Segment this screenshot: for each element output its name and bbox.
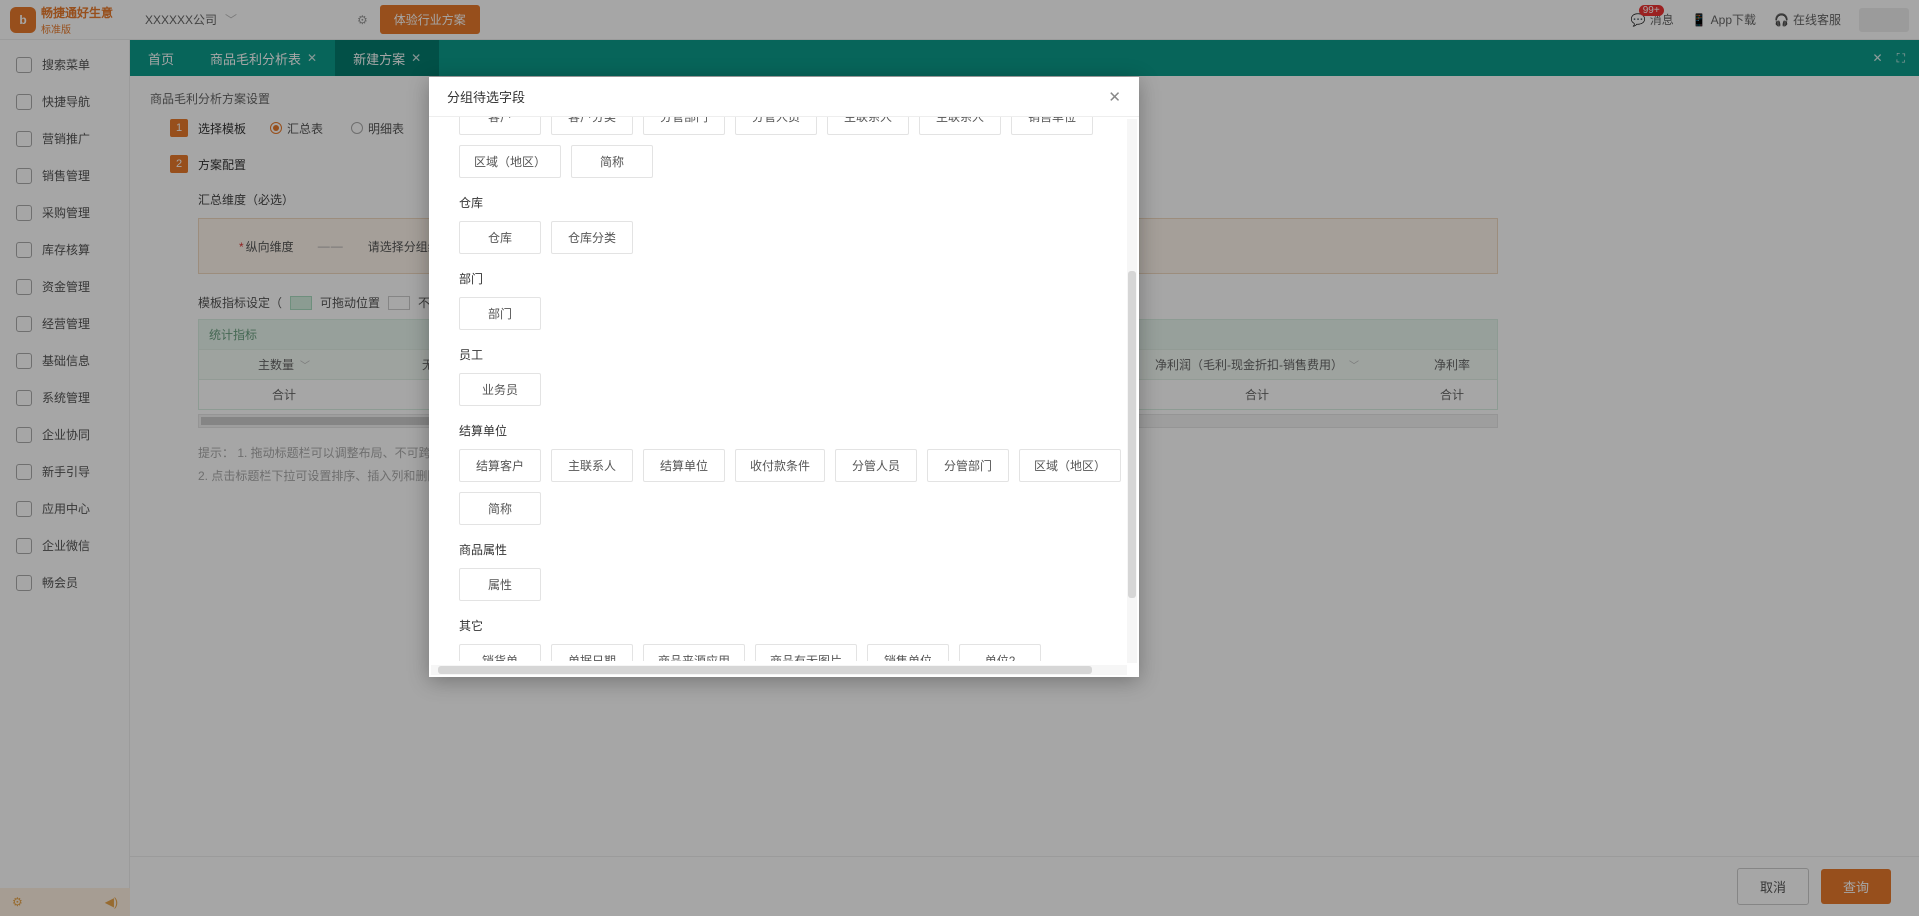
field-option[interactable]: 部门 <box>459 297 541 330</box>
field-option[interactable]: 单位2 <box>959 644 1041 661</box>
modal-hscrollbar[interactable] <box>431 665 1127 675</box>
field-option[interactable]: 销货单 <box>459 644 541 661</box>
scrollbar-thumb[interactable] <box>1128 271 1136 597</box>
field-option[interactable]: 分管部门 <box>927 449 1009 482</box>
field-option[interactable]: 简称 <box>459 492 541 525</box>
field-option[interactable]: 结算单位 <box>643 449 725 482</box>
modal-header: 分组待选字段 ✕ <box>429 77 1139 117</box>
field-group-title: 部门 <box>459 270 1125 287</box>
scrollbar-thumb[interactable] <box>438 666 1092 674</box>
field-option[interactable]: 主联系人 <box>551 449 633 482</box>
field-option[interactable]: 简称 <box>571 145 653 178</box>
field-option[interactable]: 仓库 <box>459 221 541 254</box>
field-group-title: 商品属性 <box>459 541 1125 558</box>
field-option[interactable]: 收付款条件 <box>735 449 825 482</box>
field-option[interactable]: 业务员 <box>459 373 541 406</box>
field-option[interactable]: 商品来源应用 <box>643 644 745 661</box>
modal-title: 分组待选字段 <box>447 87 525 106</box>
field-option[interactable]: 仓库分类 <box>551 221 633 254</box>
field-option[interactable]: 客户 <box>459 117 541 135</box>
modal-overlay[interactable]: 分组待选字段 ✕ 客户客户分类分管部门分管人员主联系人主联系人销售单位区域（地区… <box>0 0 1919 916</box>
field-option[interactable]: 客户分类 <box>551 117 633 135</box>
field-option[interactable]: 销售单位 <box>1011 117 1093 135</box>
field-scroll-area: 客户客户分类分管部门分管人员主联系人主联系人销售单位区域（地区）简称仓库仓库仓库… <box>459 117 1125 661</box>
field-option[interactable]: 区域（地区） <box>1019 449 1121 482</box>
field-option[interactable]: 分管人员 <box>735 117 817 135</box>
field-group-title: 员工 <box>459 346 1125 363</box>
modal-vscrollbar[interactable] <box>1127 119 1137 663</box>
field-option[interactable]: 主联系人 <box>919 117 1001 135</box>
field-option[interactable]: 销售单位 <box>867 644 949 661</box>
field-group-title: 仓库 <box>459 194 1125 211</box>
field-option[interactable]: 区域（地区） <box>459 145 561 178</box>
field-option[interactable]: 结算客户 <box>459 449 541 482</box>
field-option[interactable]: 商品有无图片 <box>755 644 857 661</box>
field-option[interactable]: 单据日期 <box>551 644 633 661</box>
field-group-title: 其它 <box>459 617 1125 634</box>
close-icon[interactable]: ✕ <box>1108 88 1121 106</box>
field-option[interactable]: 分管人员 <box>835 449 917 482</box>
field-option[interactable]: 主联系人 <box>827 117 909 135</box>
field-picker-modal: 分组待选字段 ✕ 客户客户分类分管部门分管人员主联系人主联系人销售单位区域（地区… <box>429 77 1139 677</box>
modal-body: 客户客户分类分管部门分管人员主联系人主联系人销售单位区域（地区）简称仓库仓库仓库… <box>429 117 1139 677</box>
field-option[interactable]: 属性 <box>459 568 541 601</box>
field-group-title: 结算单位 <box>459 422 1125 439</box>
field-option[interactable]: 分管部门 <box>643 117 725 135</box>
